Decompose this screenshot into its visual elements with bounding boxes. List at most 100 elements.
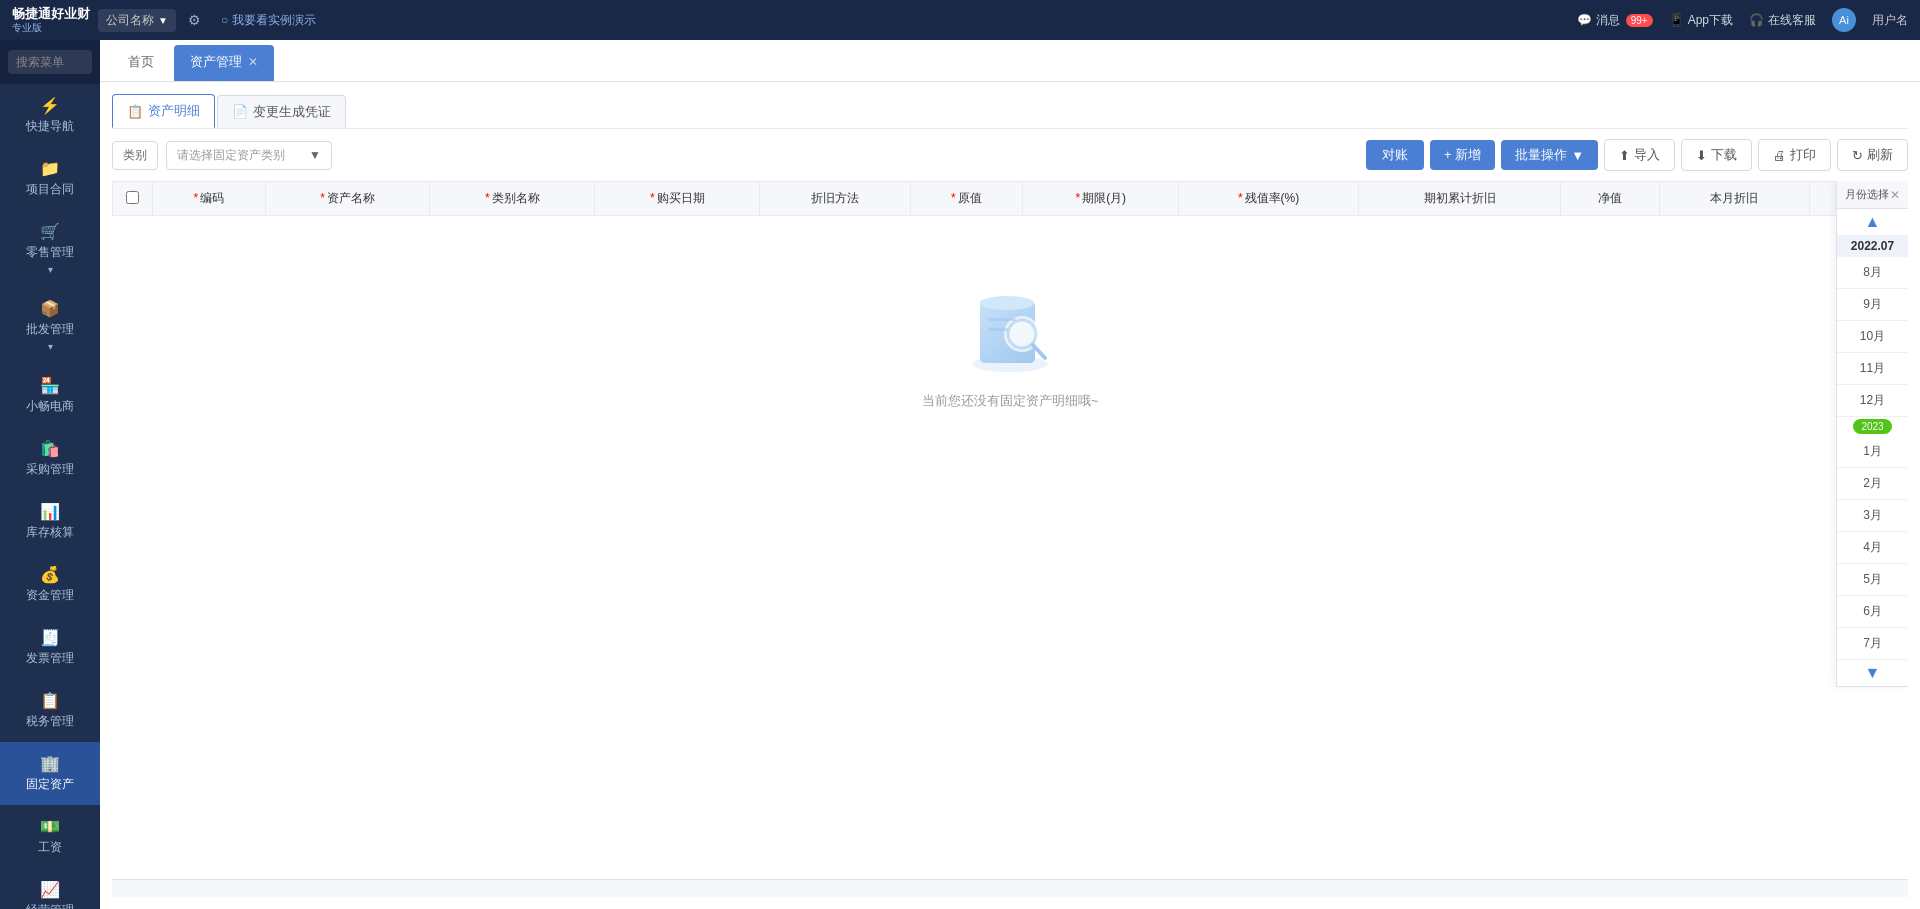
- app-title: 畅捷通好业财: [12, 6, 90, 22]
- tab-close-icon[interactable]: ✕: [248, 55, 258, 69]
- toolbar-left: 类别 请选择固定资产类别 ▼: [112, 141, 332, 170]
- refresh-button[interactable]: ↻ 刷新: [1837, 139, 1908, 171]
- table-header-row: *编码 *资产名称 *类别名称 *购买日期 折旧方法 *原值 *期限(月) *残…: [113, 182, 1908, 216]
- settings-icon[interactable]: ⚙: [188, 12, 201, 28]
- batch-button[interactable]: 批量操作 ▼: [1501, 140, 1598, 170]
- empty-illustration: [950, 276, 1070, 376]
- sidebar-item-ecommerce[interactable]: 🏪 小畅电商: [0, 364, 100, 427]
- content-area: 首页 资产管理 ✕ 📋 资产明细 📄 变更生成凭证: [100, 40, 1920, 909]
- month-7[interactable]: 7月: [1837, 628, 1908, 660]
- wholesale-arrow: ▾: [48, 341, 53, 352]
- month-panel: 月份选择 ✕ ▲ 2022.07 8月 9月 10月 11月 12月 2023 …: [1836, 181, 1908, 687]
- sidebar-item-label: 工资: [38, 839, 62, 856]
- messages-button[interactable]: 💬 消息 99+: [1577, 12, 1653, 29]
- page-footer: [112, 879, 1908, 897]
- col-original-value: *原值: [910, 182, 1023, 216]
- month-6[interactable]: 6月: [1837, 596, 1908, 628]
- search-input[interactable]: [8, 50, 92, 74]
- import-icon: ⬆: [1619, 148, 1630, 163]
- month-8[interactable]: 8月: [1837, 257, 1908, 289]
- month-9[interactable]: 9月: [1837, 289, 1908, 321]
- month-11[interactable]: 11月: [1837, 353, 1908, 385]
- category-filter[interactable]: 类别: [112, 141, 158, 170]
- demo-label: 我要看实例演示: [232, 12, 316, 29]
- download-button[interactable]: ⬇ 下载: [1681, 139, 1752, 171]
- company-selector[interactable]: 公司名称 ▼: [98, 9, 176, 32]
- operations-icon: 📈: [40, 880, 60, 899]
- select-all-checkbox[interactable]: [126, 191, 139, 204]
- category-select[interactable]: 请选择固定资产类别 ▼: [166, 141, 332, 170]
- empty-state: 当前您还没有固定资产明细哦~: [112, 216, 1908, 470]
- download-icon: ⬇: [1696, 148, 1707, 163]
- sub-tab-voucher-label: 变更生成凭证: [253, 103, 331, 121]
- sub-tab-detail[interactable]: 📋 资产明细: [112, 94, 215, 128]
- invoice-icon: 🧾: [40, 628, 60, 647]
- messages-badge: 99+: [1626, 14, 1653, 27]
- add-label: + 新增: [1444, 146, 1481, 164]
- month-panel-header: 月份选择 ✕: [1837, 181, 1908, 209]
- download-label: 下载: [1711, 146, 1737, 164]
- print-label: 打印: [1790, 146, 1816, 164]
- month-4[interactable]: 4月: [1837, 532, 1908, 564]
- month-nav-up[interactable]: ▲: [1837, 209, 1908, 235]
- sub-tab-voucher[interactable]: 📄 变更生成凭证: [217, 95, 346, 128]
- month-2[interactable]: 2月: [1837, 468, 1908, 500]
- year-2023-badge: 2023: [1853, 419, 1891, 434]
- sub-tab-detail-label: 资产明细: [148, 102, 200, 120]
- app-edition: 专业版: [12, 22, 90, 34]
- sidebar-item-invoice[interactable]: 🧾 发票管理: [0, 616, 100, 679]
- sidebar-item-label: 批发管理: [26, 321, 74, 338]
- tab-home[interactable]: 首页: [112, 45, 170, 81]
- sidebar-item-wholesale[interactable]: 📦 批发管理 ▾: [0, 287, 100, 364]
- col-period: *期限(月): [1023, 182, 1179, 216]
- avatar-initials: Ai: [1839, 14, 1849, 26]
- month-3[interactable]: 3月: [1837, 500, 1908, 532]
- col-depreciation-method: 折旧方法: [760, 182, 910, 216]
- col-purchase-date: *购买日期: [595, 182, 760, 216]
- svg-point-3: [980, 296, 1034, 310]
- svg-rect-7: [988, 318, 1016, 321]
- sidebar-item-tax[interactable]: 📋 税务管理: [0, 679, 100, 742]
- sidebar-item-quicknav[interactable]: ⚡ 快捷导航: [0, 84, 100, 147]
- col-code: *编码: [153, 182, 266, 216]
- tab-bar: 首页 资产管理 ✕: [100, 40, 1920, 82]
- sidebar-item-inventory[interactable]: 📊 库存核算: [0, 490, 100, 553]
- app-logo: 畅捷通好业财 专业版: [12, 6, 90, 34]
- online-service-button[interactable]: 🎧 在线客服: [1749, 12, 1816, 29]
- user-avatar[interactable]: Ai: [1832, 8, 1856, 32]
- month-nav-down[interactable]: ▼: [1837, 660, 1908, 686]
- sidebar-item-assets[interactable]: 🏢 固定资产: [0, 742, 100, 805]
- print-icon: 🖨: [1773, 148, 1786, 163]
- sidebar-item-label: 资金管理: [26, 587, 74, 604]
- close-icon[interactable]: ✕: [1890, 188, 1900, 202]
- wholesale-icon: 📦: [40, 299, 60, 318]
- sidebar-item-salary[interactable]: 💵 工资: [0, 805, 100, 868]
- col-net-value: 净值: [1561, 182, 1659, 216]
- month-10[interactable]: 10月: [1837, 321, 1908, 353]
- print-button[interactable]: 🖨 打印: [1758, 139, 1831, 171]
- month-1[interactable]: 1月: [1837, 436, 1908, 468]
- empty-message: 当前您还没有固定资产明细哦~: [922, 392, 1099, 410]
- year-2023-badge-row: 2023: [1837, 417, 1908, 436]
- sidebar-item-label: 快捷导航: [26, 118, 74, 135]
- month-5[interactable]: 5月: [1837, 564, 1908, 596]
- filter-placeholder: 请选择固定资产类别: [177, 147, 285, 164]
- demo-button[interactable]: ○ 我要看实例演示: [221, 12, 316, 29]
- col-residual-rate: *残值率(%): [1179, 182, 1358, 216]
- top-bar: 畅捷通好业财 专业版 公司名称 ▼ ⚙ ○ 我要看实例演示 💬 消息 99+ 📱…: [0, 0, 1920, 40]
- match-button[interactable]: 对账: [1366, 140, 1424, 170]
- app-download-button[interactable]: 📱 App下载: [1669, 12, 1733, 29]
- month-12[interactable]: 12月: [1837, 385, 1908, 417]
- sidebar-item-label: 采购管理: [26, 461, 74, 478]
- sidebar-item-project[interactable]: 📁 项目合同: [0, 147, 100, 210]
- sidebar-item-purchase[interactable]: 🛍️ 采购管理: [0, 427, 100, 490]
- col-checkbox: [113, 182, 153, 216]
- month-panel-title: 月份选择: [1845, 187, 1889, 202]
- tab-home-label: 首页: [128, 53, 154, 71]
- sidebar-item-finance[interactable]: 💰 资金管理: [0, 553, 100, 616]
- import-button[interactable]: ⬆ 导入: [1604, 139, 1675, 171]
- tab-assets[interactable]: 资产管理 ✕: [174, 45, 274, 81]
- sidebar-item-retail[interactable]: 🛒 零售管理 ▾: [0, 210, 100, 287]
- sidebar-item-operations[interactable]: 📈 经营管理: [0, 868, 100, 909]
- add-button[interactable]: + 新增: [1430, 140, 1495, 170]
